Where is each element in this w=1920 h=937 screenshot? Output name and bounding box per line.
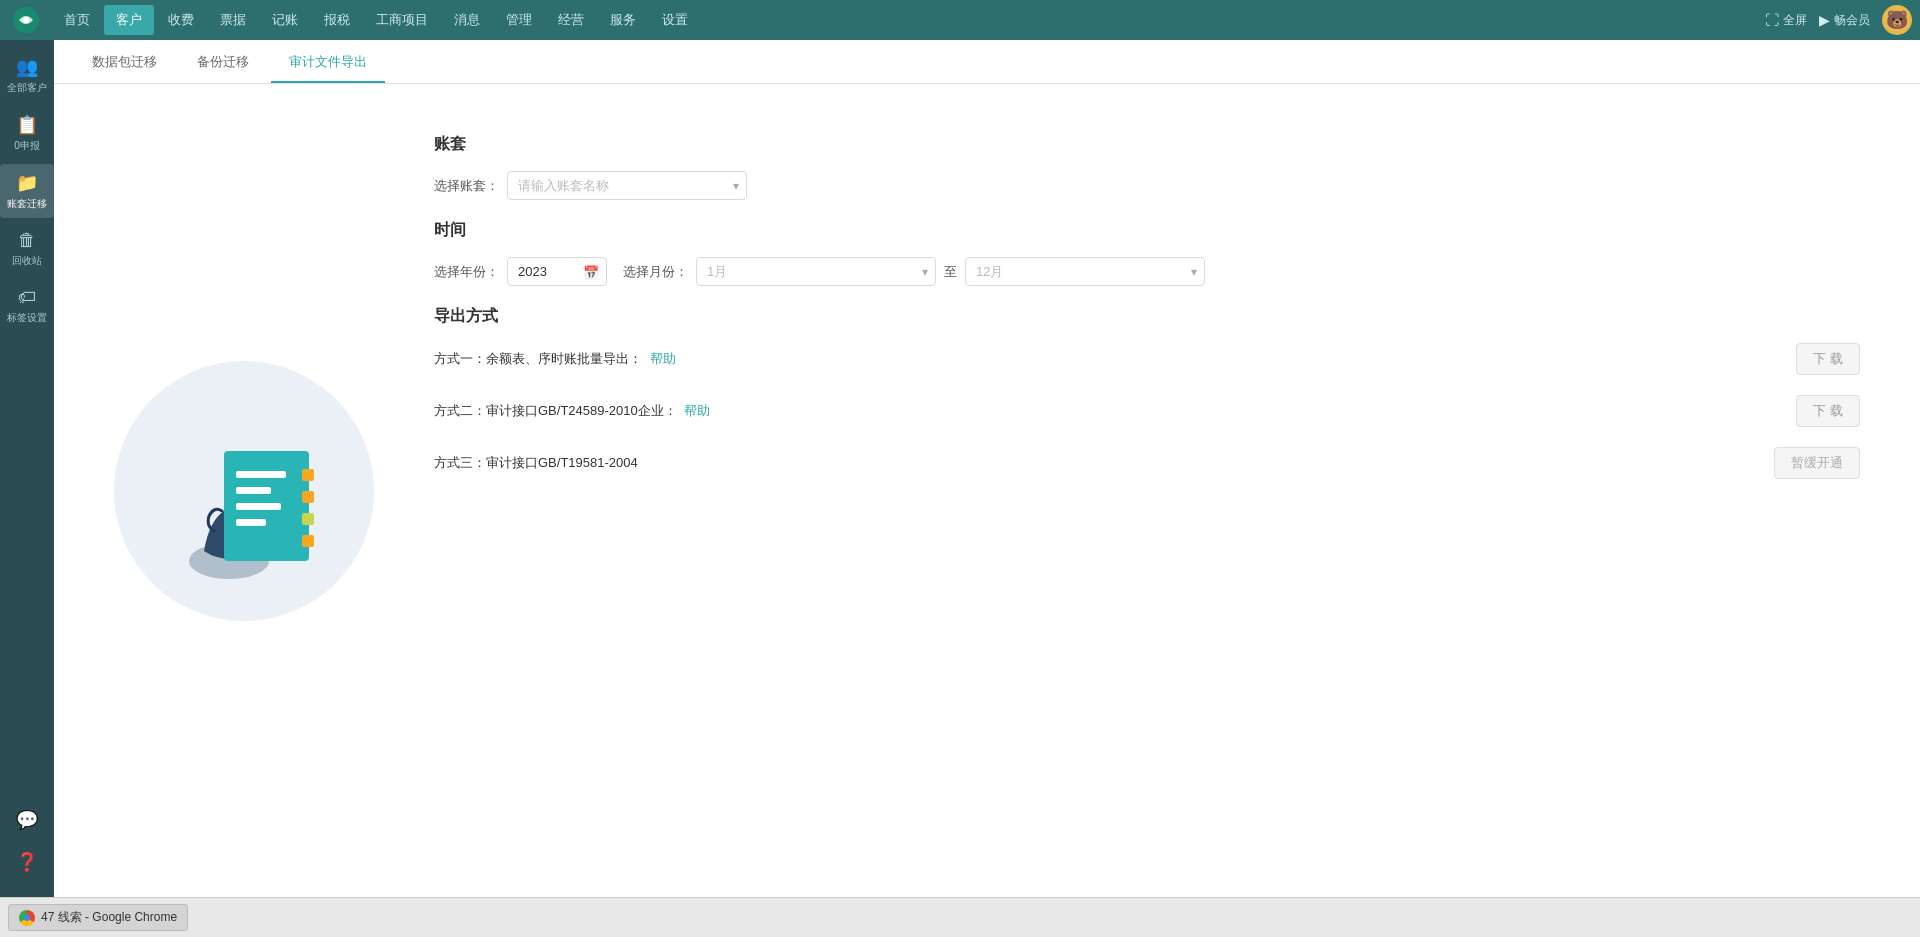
nav-business[interactable]: 工商项目 <box>364 5 440 35</box>
export-section-title: 导出方式 <box>434 306 1860 327</box>
export-method-1-download-button[interactable]: 下 载 <box>1796 343 1860 375</box>
month-end-select[interactable]: 1月2月3月4月 5月6月7月8月 9月10月11月12月 <box>965 257 1205 286</box>
chat-icon: 💬 <box>16 809 38 831</box>
svg-point-1 <box>23 17 29 23</box>
nav-operation[interactable]: 经营 <box>546 5 596 35</box>
nav-invoice[interactable]: 票据 <box>208 5 258 35</box>
account-section-title: 账套 <box>434 134 1860 155</box>
illustration-area <box>114 124 374 857</box>
svg-rect-4 <box>236 471 286 478</box>
nav-tax[interactable]: 报税 <box>312 5 362 35</box>
account-select-row: 选择账套： 请输入账套名称 <box>434 171 1860 200</box>
sidebar-item-recycle[interactable]: 🗑 回收站 <box>0 222 54 275</box>
account-select-label: 选择账套： <box>434 177 499 195</box>
svg-rect-7 <box>236 519 266 526</box>
export-method-2-label: 方式二：审计接口GB/T24589-2010企业： 帮助 <box>434 402 1796 420</box>
sidebar-bottom: 💬 ❓ <box>0 801 54 897</box>
tab-bar: 数据包迁移 备份迁移 审计文件导出 <box>54 40 1920 84</box>
help-icon: ❓ <box>16 851 38 873</box>
to-label: 至 <box>944 263 957 281</box>
top-navigation: 首页 客户 收费 票据 记账 报税 工商项目 消息 管理 经营 服务 设置 ⛶ … <box>0 0 1920 40</box>
sidebar-label-recycle: 回收站 <box>12 255 42 267</box>
tab-data-migration[interactable]: 数据包迁移 <box>74 43 175 83</box>
svg-rect-11 <box>302 535 314 547</box>
content-area: 数据包迁移 备份迁移 审计文件导出 <box>54 40 1920 897</box>
main-layout: 👥 全部客户 📋 0申报 📁 账套迁移 🗑 回收站 🏷 标签设置 💬 ❓ <box>0 40 1920 897</box>
sidebar-label-all-customers: 全部客户 <box>7 82 47 94</box>
fullscreen-button[interactable]: ⛶ 全屏 <box>1765 12 1807 29</box>
svg-rect-8 <box>302 469 314 481</box>
export-method-3-label: 方式三：审计接口GB/T19581-2004 <box>434 454 1774 472</box>
illustration-svg <box>154 391 334 591</box>
export-method-3-coming-soon-button: 暂缓开通 <box>1774 447 1860 479</box>
sidebar-label-migration: 账套迁移 <box>7 198 47 210</box>
nav-manage[interactable]: 管理 <box>494 5 544 35</box>
account-select-wrapper: 请输入账套名称 <box>507 171 747 200</box>
declaration-icon: 📋 <box>16 114 38 136</box>
nav-fee[interactable]: 收费 <box>156 5 206 35</box>
export-method-2-help[interactable]: 帮助 <box>684 403 710 418</box>
tab-audit-export[interactable]: 审计文件导出 <box>271 43 385 83</box>
nav-service[interactable]: 服务 <box>598 5 648 35</box>
export-method-1: 方式一：余额表、序时账批量导出： 帮助 下 载 <box>434 343 1860 375</box>
taskbar-item-label: 47 线索 - Google Chrome <box>41 909 177 926</box>
export-method-1-label: 方式一：余额表、序时账批量导出： 帮助 <box>434 350 1796 368</box>
nav-settings[interactable]: 设置 <box>650 5 700 35</box>
month-select-label: 选择月份： <box>623 263 688 281</box>
time-row: 选择年份： 📅 选择月份： 1月2月3月4月 5月6月7月8月 9月10月11月… <box>434 257 1860 286</box>
member-button[interactable]: ▶ 畅会员 <box>1819 12 1870 29</box>
sidebar-item-help[interactable]: ❓ <box>0 843 54 881</box>
account-select[interactable]: 请输入账套名称 <box>507 171 747 200</box>
taskbar-chrome-item[interactable]: 47 线索 - Google Chrome <box>8 904 188 931</box>
sidebar: 👥 全部客户 📋 0申报 📁 账套迁移 🗑 回收站 🏷 标签设置 💬 ❓ <box>0 40 54 897</box>
sidebar-label-declaration: 0申报 <box>14 140 40 152</box>
sidebar-item-tag[interactable]: 🏷 标签设置 <box>0 279 54 332</box>
tag-icon: 🏷 <box>18 287 36 308</box>
taskbar: 47 线索 - Google Chrome <box>0 897 1920 937</box>
export-method-2-download-button[interactable]: 下 载 <box>1796 395 1860 427</box>
year-input-wrapper: 📅 <box>507 257 607 286</box>
page-content: 账套 选择账套： 请输入账套名称 时间 选择年份： 📅 <box>54 84 1920 897</box>
migration-icon: 📁 <box>16 172 38 194</box>
year-input[interactable] <box>507 257 607 286</box>
nav-customer[interactable]: 客户 <box>104 5 154 35</box>
chrome-icon <box>19 910 35 926</box>
svg-rect-6 <box>236 503 281 510</box>
month-end-wrapper: 1月2月3月4月 5月6月7月8月 9月10月11月12月 <box>965 257 1205 286</box>
svg-rect-10 <box>302 513 314 525</box>
all-customers-icon: 👥 <box>16 56 38 78</box>
time-section-title: 时间 <box>434 220 1860 241</box>
nav-bookkeeping[interactable]: 记账 <box>260 5 310 35</box>
year-select-label: 选择年份： <box>434 263 499 281</box>
recycle-icon: 🗑 <box>18 230 36 251</box>
sidebar-item-declaration[interactable]: 📋 0申报 <box>0 106 54 160</box>
svg-rect-5 <box>236 487 271 494</box>
top-nav-right: ⛶ 全屏 ▶ 畅会员 🐻 <box>1765 5 1912 35</box>
tab-backup-migration[interactable]: 备份迁移 <box>179 43 267 83</box>
sidebar-item-migration[interactable]: 📁 账套迁移 <box>0 164 54 218</box>
export-method-2: 方式二：审计接口GB/T24589-2010企业： 帮助 下 载 <box>434 395 1860 427</box>
export-method-1-help[interactable]: 帮助 <box>650 351 676 366</box>
app-logo[interactable] <box>8 2 44 38</box>
svg-rect-9 <box>302 491 314 503</box>
form-area: 账套 选择账套： 请输入账套名称 时间 选择年份： 📅 <box>434 124 1860 857</box>
month-start-select[interactable]: 1月2月3月4月 5月6月7月8月 9月10月11月12月 <box>696 257 936 286</box>
sidebar-item-all-customers[interactable]: 👥 全部客户 <box>0 48 54 102</box>
export-method-3: 方式三：审计接口GB/T19581-2004 暂缓开通 <box>434 447 1860 479</box>
month-start-wrapper: 1月2月3月4月 5月6月7月8月 9月10月11月12月 <box>696 257 936 286</box>
nav-home[interactable]: 首页 <box>52 5 102 35</box>
user-avatar[interactable]: 🐻 <box>1882 5 1912 35</box>
nav-menu: 首页 客户 收费 票据 记账 报税 工商项目 消息 管理 经营 服务 设置 <box>52 5 700 35</box>
sidebar-item-chat[interactable]: 💬 <box>0 801 54 839</box>
sidebar-label-tag: 标签设置 <box>7 312 47 324</box>
illustration-circle <box>114 361 374 621</box>
nav-message[interactable]: 消息 <box>442 5 492 35</box>
